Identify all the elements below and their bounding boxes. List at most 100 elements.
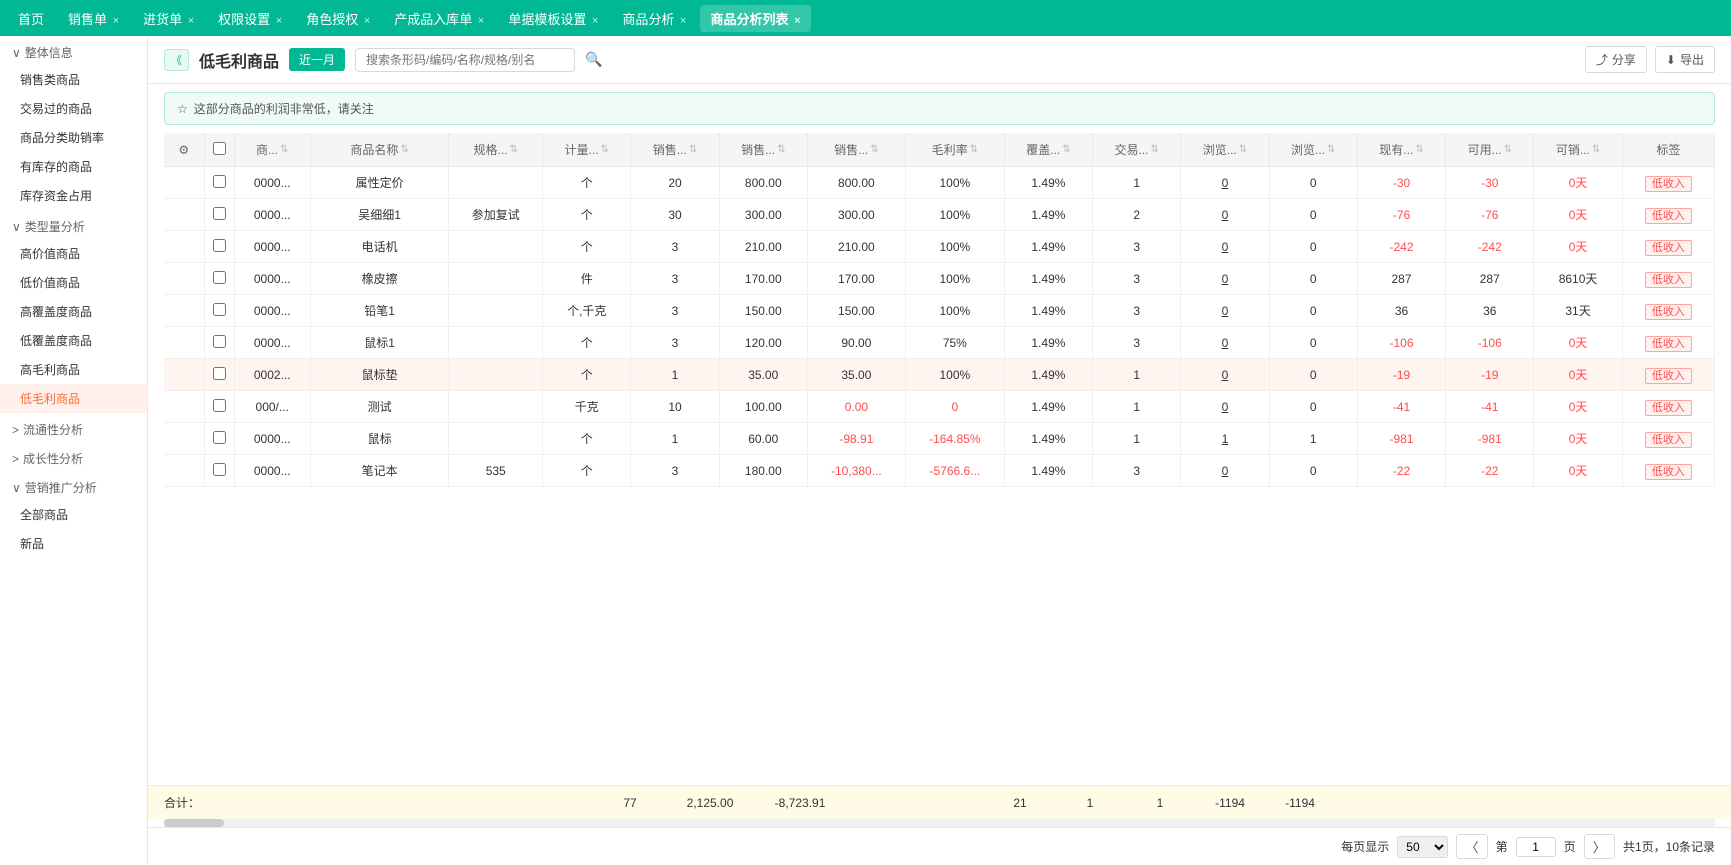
cell-checkbox[interactable] bbox=[204, 455, 234, 487]
cell-checkbox[interactable] bbox=[204, 263, 234, 295]
cell-browse1[interactable]: 0 bbox=[1181, 263, 1269, 295]
cell-browse1[interactable]: 0 bbox=[1181, 167, 1269, 199]
cell-sales1: 3 bbox=[631, 455, 719, 487]
search-button[interactable]: 🔍 bbox=[585, 51, 602, 68]
col-settings[interactable]: ⚙ bbox=[164, 133, 204, 167]
sidebar-item-in-stock[interactable]: 有库存的商品 bbox=[0, 152, 147, 181]
horizontal-scrollbar[interactable] bbox=[164, 819, 1715, 827]
cell-checkbox[interactable] bbox=[204, 231, 234, 263]
nav-close-sales[interactable]: × bbox=[113, 15, 119, 27]
cell-gross-rate: -164.85% bbox=[905, 423, 1004, 455]
nav-product-analysis-list[interactable]: 商品分析列表 × bbox=[700, 5, 810, 32]
nav-product-analysis[interactable]: 商品分析 × bbox=[612, 5, 696, 32]
time-filter-button[interactable]: 近一月 bbox=[289, 48, 345, 71]
cell-browse1[interactable]: 0 bbox=[1181, 231, 1269, 263]
search-input[interactable] bbox=[355, 48, 575, 72]
row-checkbox[interactable] bbox=[213, 367, 226, 380]
sidebar-item-traded-products[interactable]: 交易过的商品 bbox=[0, 94, 147, 123]
nav-sales[interactable]: 销售单 × bbox=[58, 5, 129, 32]
sidebar-item-low-margin[interactable]: 低毛利商品 bbox=[0, 384, 147, 413]
nav-close-roles[interactable]: × bbox=[364, 15, 370, 27]
cell-checkbox[interactable] bbox=[204, 167, 234, 199]
cell-checkbox[interactable] bbox=[204, 423, 234, 455]
sidebar-group-growth[interactable]: > 成长性分析 bbox=[0, 442, 147, 471]
sidebar-group-overall[interactable]: ∨ 整体信息 bbox=[0, 36, 147, 65]
nav-home[interactable]: 首页 bbox=[8, 5, 54, 32]
cell-checkbox[interactable] bbox=[204, 359, 234, 391]
sidebar-item-sales-products[interactable]: 销售类商品 bbox=[0, 65, 147, 94]
col-gross-rate[interactable]: 毛利率⇅ bbox=[905, 133, 1004, 167]
col-name[interactable]: 商品名称⇅ bbox=[310, 133, 448, 167]
sidebar-item-category-sales-rate[interactable]: 商品分类助销率 bbox=[0, 123, 147, 152]
page-number-input[interactable] bbox=[1516, 837, 1556, 857]
cell-checkbox[interactable] bbox=[204, 199, 234, 231]
col-browse1[interactable]: 浏览...⇅ bbox=[1181, 133, 1269, 167]
sidebar-item-low-value[interactable]: 低价值商品 bbox=[0, 268, 147, 297]
col-stock-sale[interactable]: 可销...⇅ bbox=[1534, 133, 1622, 167]
sidebar-item-low-coverage[interactable]: 低覆盖度商品 bbox=[0, 326, 147, 355]
col-sales1[interactable]: 销售...⇅ bbox=[631, 133, 719, 167]
page-size-select[interactable]: 50 100 200 bbox=[1397, 836, 1448, 858]
col-checkbox[interactable] bbox=[204, 133, 234, 167]
row-checkbox[interactable] bbox=[213, 431, 226, 444]
share-button[interactable]: ⤴ 分享 bbox=[1585, 46, 1647, 73]
nav-roles[interactable]: 角色授权 × bbox=[296, 5, 380, 32]
row-checkbox[interactable] bbox=[213, 463, 226, 476]
sidebar-collapse-btn[interactable]: 《 bbox=[164, 49, 189, 71]
row-checkbox[interactable] bbox=[213, 399, 226, 412]
export-button[interactable]: ⬇ 导出 bbox=[1655, 46, 1715, 73]
nav-close-product-analysis[interactable]: × bbox=[680, 15, 686, 27]
col-coverage[interactable]: 覆盖...⇅ bbox=[1004, 133, 1092, 167]
col-code[interactable]: 商...⇅ bbox=[234, 133, 310, 167]
col-unit[interactable]: 计量...⇅ bbox=[543, 133, 631, 167]
cell-stock-sale: 0天 bbox=[1534, 327, 1622, 359]
prev-page-button[interactable]: 〈 bbox=[1456, 834, 1487, 859]
cell-browse1[interactable]: 0 bbox=[1181, 295, 1269, 327]
sidebar-item-high-value[interactable]: 高价值商品 bbox=[0, 239, 147, 268]
nav-close-template[interactable]: × bbox=[592, 15, 598, 27]
sidebar-item-high-margin[interactable]: 高毛利商品 bbox=[0, 355, 147, 384]
nav-close-product-entry[interactable]: × bbox=[478, 15, 484, 27]
col-stock-cur[interactable]: 现有...⇅ bbox=[1357, 133, 1445, 167]
nav-permissions[interactable]: 权限设置 × bbox=[208, 5, 292, 32]
next-page-button[interactable]: 〉 bbox=[1584, 834, 1615, 859]
nav-purchase[interactable]: 进货单 × bbox=[133, 5, 204, 32]
cell-browse1[interactable]: 0 bbox=[1181, 359, 1269, 391]
row-checkbox[interactable] bbox=[213, 207, 226, 220]
nav-template[interactable]: 单据模板设置 × bbox=[498, 5, 608, 32]
cell-browse1[interactable]: 0 bbox=[1181, 327, 1269, 359]
select-all-checkbox[interactable] bbox=[213, 142, 226, 155]
cell-checkbox[interactable] bbox=[204, 327, 234, 359]
cell-browse1[interactable]: 0 bbox=[1181, 391, 1269, 423]
row-checkbox[interactable] bbox=[213, 335, 226, 348]
sidebar-item-capital-usage[interactable]: 库存资金占用 bbox=[0, 181, 147, 210]
main-layout: ∨ 整体信息 销售类商品 交易过的商品 商品分类助销率 有库存的商品 库存资金占… bbox=[0, 36, 1731, 865]
sidebar-item-all-products[interactable]: 全部商品 bbox=[0, 500, 147, 529]
sidebar-group-circulation[interactable]: > 流通性分析 bbox=[0, 413, 147, 442]
row-checkbox[interactable] bbox=[213, 271, 226, 284]
nav-product-entry[interactable]: 产成品入库单 × bbox=[384, 5, 494, 32]
sidebar-item-high-coverage[interactable]: 高覆盖度商品 bbox=[0, 297, 147, 326]
sidebar-group-type-analysis[interactable]: ∨ 类型量分析 bbox=[0, 210, 147, 239]
cell-browse1[interactable]: 0 bbox=[1181, 455, 1269, 487]
col-sales3[interactable]: 销售...⇅ bbox=[807, 133, 905, 167]
nav-close-purchase[interactable]: × bbox=[188, 15, 194, 27]
cell-checkbox[interactable] bbox=[204, 391, 234, 423]
nav-close-permissions[interactable]: × bbox=[276, 15, 282, 27]
nav-close-product-analysis-list[interactable]: × bbox=[794, 15, 800, 27]
cell-checkbox[interactable] bbox=[204, 295, 234, 327]
col-sales2[interactable]: 销售...⇅ bbox=[719, 133, 807, 167]
col-trade[interactable]: 交易...⇅ bbox=[1093, 133, 1181, 167]
scrollbar-thumb[interactable] bbox=[164, 819, 224, 827]
row-checkbox[interactable] bbox=[213, 239, 226, 252]
cell-name: 鼠标1 bbox=[310, 327, 448, 359]
cell-browse1[interactable]: 1 bbox=[1181, 423, 1269, 455]
row-checkbox[interactable] bbox=[213, 175, 226, 188]
sidebar-item-new-products[interactable]: 新品 bbox=[0, 529, 147, 558]
cell-browse1[interactable]: 0 bbox=[1181, 199, 1269, 231]
col-browse2[interactable]: 浏览...⇅ bbox=[1269, 133, 1357, 167]
col-stock-avail[interactable]: 可用...⇅ bbox=[1446, 133, 1534, 167]
col-spec[interactable]: 规格...⇅ bbox=[449, 133, 543, 167]
row-checkbox[interactable] bbox=[213, 303, 226, 316]
sidebar-group-marketing[interactable]: ∨ 营销推广分析 bbox=[0, 471, 147, 500]
